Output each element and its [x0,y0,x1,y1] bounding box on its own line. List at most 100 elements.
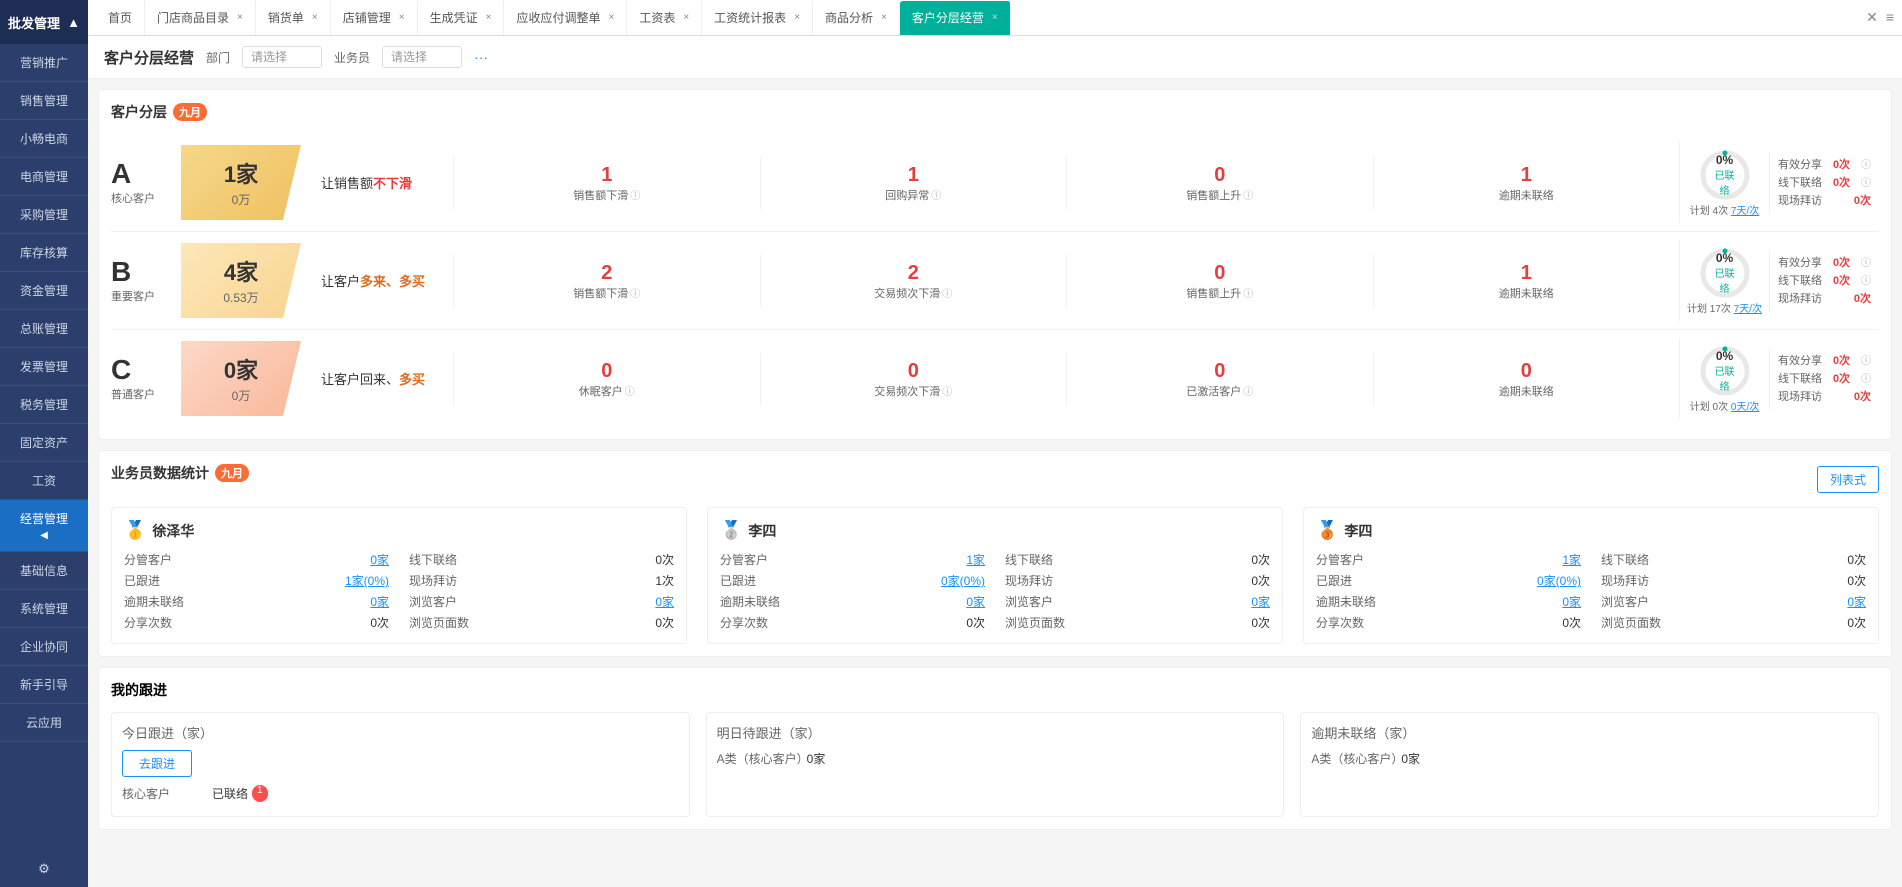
rep-stat-item: 逾期未联络 0家 [124,593,389,610]
sidebar-item-kucun[interactable]: 库存核算 [0,234,88,272]
main-area: 首页 门店商品目录 × 销货单 × 店铺管理 × 生成凭证 × 应收应付调整单 … [88,0,1902,887]
go-follow-button[interactable]: 去跟进 [122,750,192,777]
close-all-icon[interactable]: ✕ [1866,9,1878,26]
rep-stat-item: 已跟进 0家(0%) [1316,572,1581,589]
tab-payroll[interactable]: 工资表 × [627,1,702,35]
dept-select[interactable]: 请选择 [242,46,322,68]
list-view-button[interactable]: 列表式 [1817,466,1879,493]
sidebar-item-shuiwu[interactable]: 税务管理 [0,386,88,424]
tier-A-count-block[interactable]: 1家 0万 [181,145,301,220]
sidebar-item-caigou[interactable]: 采购管理 [0,196,88,234]
sidebar-item-zijin[interactable]: 资金管理 [0,272,88,310]
tier-A-plan-link[interactable]: 7天/次 [1731,206,1759,217]
stat-C-2[interactable]: 0 交易频次下滑 ⓘ [760,353,1067,405]
sidebar-item-qiyexietong[interactable]: 企业协同 [0,628,88,666]
info-icon[interactable]: ⓘ [1861,370,1871,386]
right-stat-item: 现场拜访 0次 [1778,290,1871,306]
tier-B-plan-link[interactable]: 7天/次 [1734,304,1762,315]
sidebar-item-fapiao[interactable]: 发票管理 [0,348,88,386]
stat-A-1[interactable]: 1 销售额下滑 ⓘ [453,157,760,209]
info-icon[interactable]: ⓘ [1861,254,1871,270]
sales-label: 业务员 [334,49,370,66]
info-icon[interactable]: ⓘ [1243,285,1253,300]
stat-B-2-label: 交易频次下滑 ⓘ [765,285,1063,301]
tab-close-icon[interactable]: × [881,1,887,35]
sidebar-item-gudingzichan[interactable]: 固定资产 [0,424,88,462]
stat-A-4-num: 1 [1378,163,1676,187]
tab-product-analysis[interactable]: 商品分析 × [813,1,900,35]
info-icon[interactable]: ⓘ [1861,174,1871,190]
stat-A-3[interactable]: 0 销售额上升 ⓘ [1066,157,1373,209]
stat-B-4[interactable]: 1 逾期未联络 [1373,255,1680,307]
tab-generate-voucher[interactable]: 生成凭证 × [418,1,505,35]
tier-C-connected: 已联络 [1711,363,1738,393]
sidebar-item-yunyingyong[interactable]: 云应用 [0,704,88,742]
info-icon[interactable]: ⓘ [1861,272,1871,288]
info-icon[interactable]: ⓘ [1243,187,1253,202]
section-title: 客户分层 九月 [111,102,1879,122]
stat-C-1[interactable]: 0 休眠客户 ⓘ [453,353,760,405]
stat-C-4-num: 0 [1378,359,1676,383]
info-icon[interactable]: ⓘ [630,187,640,202]
stat-B-1[interactable]: 2 销售额下滑 ⓘ [453,255,760,307]
sidebar-item-xitong[interactable]: 系统管理 [0,590,88,628]
sidebar-item-xiaoshou[interactable]: 销售管理 [0,82,88,120]
tier-C-plan-link[interactable]: 0天/次 [1731,402,1759,413]
tab-store-products[interactable]: 门店商品目录 × [145,1,256,35]
tab-close-icon[interactable]: × [794,1,800,35]
info-icon[interactable]: ⓘ [942,383,952,398]
info-icon[interactable]: ⓘ [942,285,952,300]
rep-stat-item: 浏览页面数 0次 [1005,614,1270,631]
stat-B-2[interactable]: 2 交易频次下滑 ⓘ [760,255,1067,307]
sidebar-item-dianshangguan[interactable]: 电商管理 [0,158,88,196]
tier-B-count-block[interactable]: 4家 0.53万 [181,243,301,318]
stat-C-4[interactable]: 0 逾期未联络 [1373,353,1680,405]
rep-1-stats: 分管客户 0家 线下联络 0次 已跟进 1家(0%) 现场拜访 [124,551,674,631]
info-icon[interactable]: ⓘ [625,383,635,398]
follow-section: 我的跟进 今日跟进（家） 去跟进 核心客户 已联络 1 明日待跟进（家） A类（… [98,667,1892,830]
tab-close-icon[interactable]: × [312,1,318,35]
sidebar-item-jichu[interactable]: 基础信息 [0,552,88,590]
tab-close-icon[interactable]: × [683,1,689,35]
tab-close-icon[interactable]: × [399,1,405,35]
tab-close-icon[interactable]: × [992,1,998,35]
tab-customer-tier[interactable]: 客户分层经营 × [900,1,1011,35]
tab-store-mgmt[interactable]: 店铺管理 × [331,1,418,35]
info-icon[interactable]: ⓘ [630,285,640,300]
tier-C-count-block[interactable]: 0家 0万 [181,341,301,416]
info-icon[interactable]: ⓘ [931,187,941,202]
sidebar-collapse-icon[interactable]: ▲ [67,15,80,30]
sidebar-item-zongzhang[interactable]: 总账管理 [0,310,88,348]
tier-C-circle-text: 0% 已联络 [1711,349,1738,393]
tier-A-count-shape: 1家 0万 [181,145,301,220]
tab-menu-icon[interactable]: ≡ [1886,9,1894,26]
sidebar-item-xinshou[interactable]: 新手引导 [0,666,88,704]
stat-A-2[interactable]: 1 回购异常 ⓘ [760,157,1067,209]
tab-sales-order[interactable]: 销货单 × [256,1,331,35]
tab-close-icon[interactable]: × [237,1,243,35]
tab-ar-ap-adj[interactable]: 应收应付调整单 × [504,1,627,35]
right-stat-item: 有效分享 0次 ⓘ [1778,156,1871,172]
rep-1-medal: 🥇 [124,520,146,541]
sidebar-item-jingying[interactable]: 经营管理 ◀ [0,500,88,552]
tab-close-icon[interactable]: × [608,1,614,35]
info-icon[interactable]: ⓘ [1861,156,1871,172]
info-icon[interactable]: ⓘ [1861,352,1871,368]
tab-payroll-report[interactable]: 工资统计报表 × [702,1,813,35]
sidebar-item-label: 电商管理 [6,168,82,185]
sidebar-item-gongzi[interactable]: 工资 [0,462,88,500]
sales-select[interactable]: 请选择 [382,46,462,68]
sidebar-item-yingxiao[interactable]: 营销推广 [0,44,88,82]
tab-close-icon[interactable]: × [486,1,492,35]
sidebar-item-xiaochangdianshang[interactable]: 小畅电商 [0,120,88,158]
tier-A-desc-highlight: 不下滑 [373,176,412,191]
stat-A-4[interactable]: 1 逾期未联络 [1373,157,1680,209]
stat-B-3[interactable]: 0 销售额上升 ⓘ [1066,255,1373,307]
sidebar-item-label: 工资 [6,472,82,489]
rep-2-name-row: 🥈 李四 [720,520,1270,541]
info-icon[interactable]: ⓘ [1243,383,1253,398]
sidebar-settings[interactable]: ⚙ [0,851,88,887]
stat-C-3[interactable]: 0 已激活客户 ⓘ [1066,353,1373,405]
tab-home[interactable]: 首页 [96,1,145,35]
filter-more-icon[interactable]: ··· [474,49,488,65]
